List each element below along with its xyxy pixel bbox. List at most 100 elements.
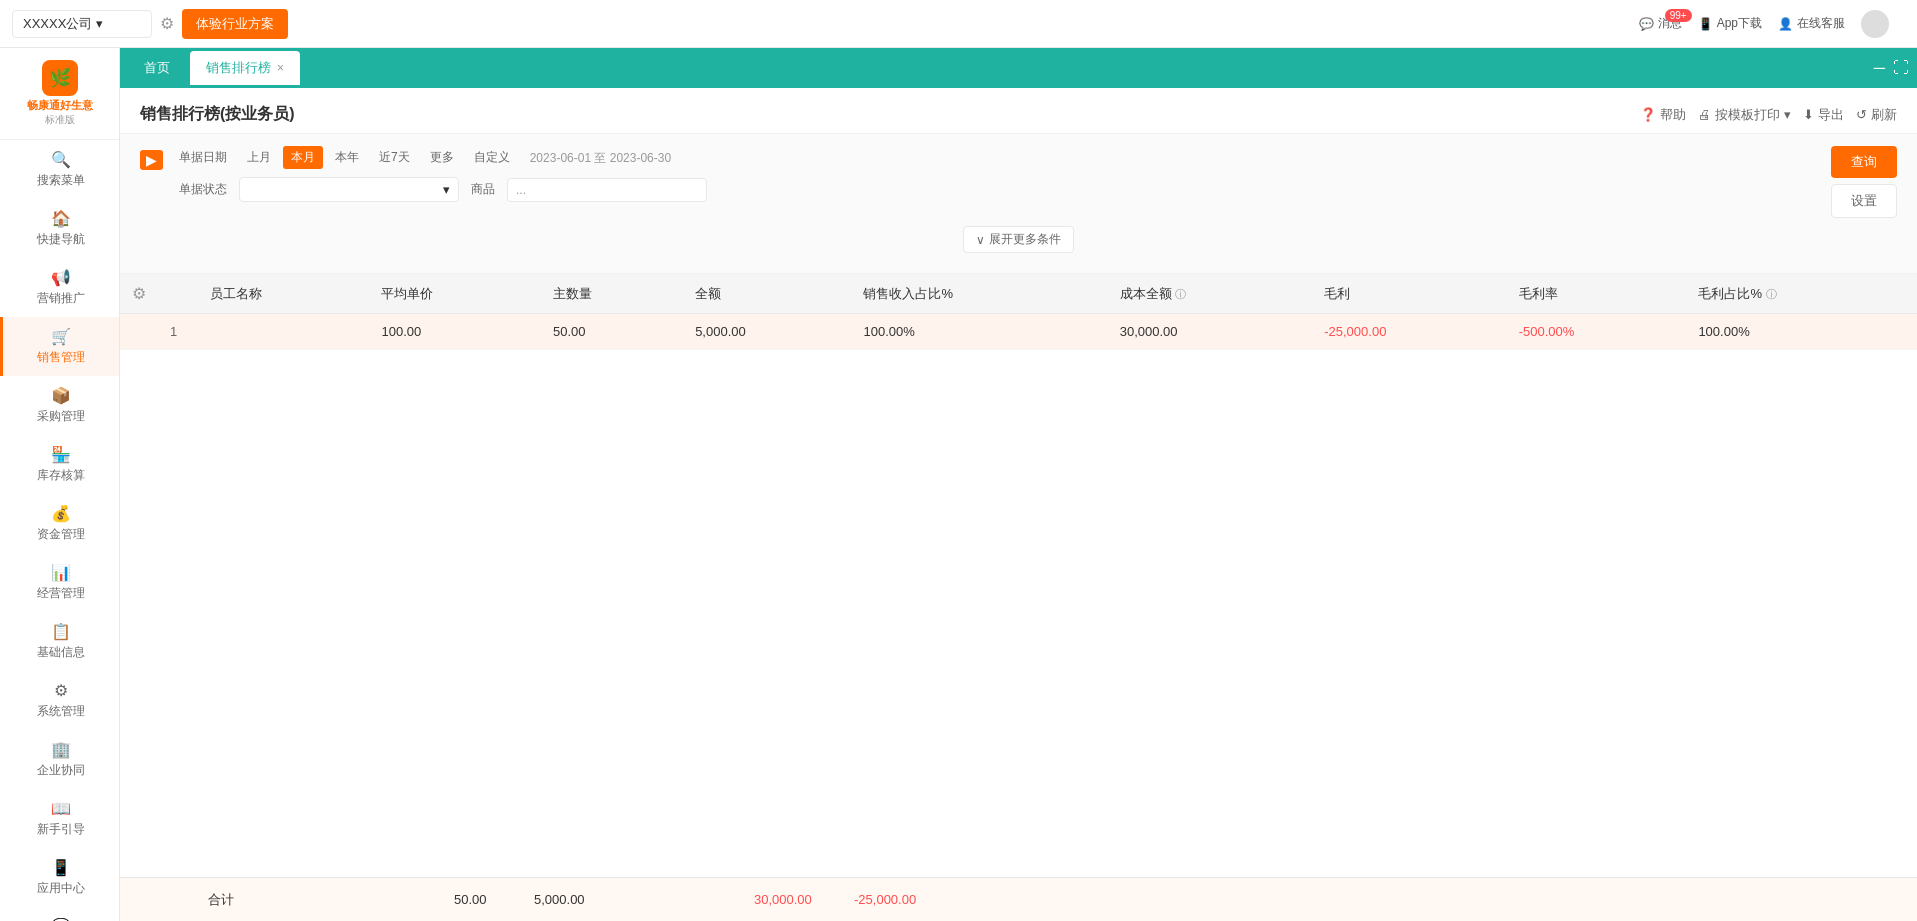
wechat-icon: 💬	[51, 917, 71, 921]
status-select[interactable]: ▾	[239, 177, 459, 202]
query-settings-col: 查询 设置	[1831, 146, 1897, 218]
refresh-icon: ↺	[1856, 107, 1867, 122]
refresh-btn[interactable]: ↺ 刷新	[1856, 106, 1897, 124]
sidebar-item-apps[interactable]: 📱 应用中心	[0, 848, 119, 907]
home-icon: 🏠	[51, 209, 71, 228]
marketing-icon: 📢	[51, 268, 71, 287]
main-area: 🌿 畅康通好生意 标准版 🔍 搜索菜单 🏠 快捷导航 📢 营销推广 🛒 销售管理	[0, 48, 1917, 921]
col-gross-pct: 毛利占比% ⓘ	[1686, 274, 1917, 314]
cell-amount: 5,000.00	[683, 314, 851, 350]
company-name: XXXXX公司	[23, 15, 92, 33]
cell-settings	[120, 314, 158, 350]
sidebar-item-purchase[interactable]: 📦 采购管理	[0, 376, 119, 435]
logo-sub: 标准版	[45, 113, 75, 127]
settings-icon[interactable]: ⚙	[160, 14, 174, 33]
sidebar-item-search[interactable]: 🔍 搜索菜单	[0, 140, 119, 199]
date-tab-more[interactable]: 更多	[422, 146, 462, 169]
sidebar-item-quick[interactable]: 🏠 快捷导航	[0, 199, 119, 258]
date-tab-last-month[interactable]: 上月	[239, 146, 279, 169]
date-tabs: 上月 本月 本年 近7天 更多 自定义	[239, 146, 518, 169]
message-btn[interactable]: 💬 消息 99+	[1639, 15, 1682, 32]
tab-bar: 首页 销售排行榜 × ─ ⛶	[120, 48, 1917, 88]
footer-quantity: 50.00	[442, 892, 522, 907]
page-header: 销售排行榜(按业务员) ❓ 帮助 🖨 按模板打印 ▾ ⬇	[120, 88, 1917, 134]
print-icon: 🖨	[1698, 107, 1711, 122]
sidebar-item-finance[interactable]: 💰 资金管理	[0, 494, 119, 553]
app-icon: 📱	[1698, 17, 1713, 31]
industry-btn[interactable]: 体验行业方案	[182, 9, 288, 39]
export-btn[interactable]: ⬇ 导出	[1803, 106, 1844, 124]
col-cost: 成本全额 ⓘ	[1108, 274, 1312, 314]
goods-ellipsis: ...	[516, 183, 526, 197]
sidebar-item-basic[interactable]: 📋 基础信息	[0, 612, 119, 671]
gross-pct-info-icon[interactable]: ⓘ	[1766, 288, 1777, 300]
logo-area: 🌿 畅康通好生意 标准版	[0, 48, 119, 140]
sidebar-label-operations: 经营管理	[37, 585, 85, 602]
col-quantity: 主数量	[541, 274, 683, 314]
cell-gross: -25,000.00	[1312, 314, 1506, 350]
goods-label: 商品	[471, 181, 495, 198]
guide-icon: 📖	[51, 799, 71, 818]
content-area: 首页 销售排行榜 × ─ ⛶ 销售排行榜(按业务员) ❓	[120, 48, 1917, 921]
sidebar-item-enterprise[interactable]: 🏢 企业协同	[0, 730, 119, 789]
cost-info-icon[interactable]: ⓘ	[1175, 288, 1186, 300]
tab-sales-ranking[interactable]: 销售排行榜 ×	[190, 51, 300, 85]
sidebar-label-inventory: 库存核算	[37, 467, 85, 484]
date-tab-current-year[interactable]: 本年	[327, 146, 367, 169]
company-selector[interactable]: XXXXX公司 ▾	[12, 10, 152, 38]
app-download-btn[interactable]: 📱 App下载	[1698, 15, 1762, 32]
sidebar-item-operations[interactable]: 📊 经营管理	[0, 553, 119, 612]
tab-active-label: 销售排行榜	[206, 59, 271, 77]
enterprise-icon: 🏢	[51, 740, 71, 759]
settings-button[interactable]: 设置	[1831, 184, 1897, 218]
logo-icon: 🌿	[42, 60, 78, 96]
message-badge: 99+	[1665, 9, 1692, 22]
sidebar-label-marketing: 营销推广	[37, 290, 85, 307]
help-btn[interactable]: ❓ 帮助	[1640, 106, 1686, 124]
filter-date-group: 单据日期 上月 本月 本年 近7天 更多 自定义 2023-06-01 至 20…	[179, 146, 1815, 169]
sidebar-label-guide: 新手引导	[37, 821, 85, 838]
finance-icon: 💰	[51, 504, 71, 523]
column-settings-icon[interactable]: ⚙	[132, 285, 146, 302]
table-header-row: ⚙ 员工名称 平均单价 主数量 全额 销售收入占比% 成本全额 ⓘ 毛利 毛	[120, 274, 1917, 314]
cell-sales-pct: 100.00%	[851, 314, 1107, 350]
expand-more-btn[interactable]: ∨ 展开更多条件	[963, 226, 1074, 253]
footer-label: 合计	[132, 891, 352, 909]
expand-chevron-icon: ∨	[976, 233, 985, 247]
status-label: 单据状态	[179, 181, 227, 198]
date-tab-current-month[interactable]: 本月	[283, 146, 323, 169]
avatar[interactable]	[1861, 10, 1889, 38]
date-tab-7days[interactable]: 近7天	[371, 146, 418, 169]
print-btn[interactable]: 🖨 按模板打印 ▾	[1698, 106, 1791, 124]
filter-toggle-icon[interactable]: ▶	[140, 150, 163, 170]
date-tab-custom[interactable]: 自定义	[466, 146, 518, 169]
tab-close-icon[interactable]: ×	[277, 61, 284, 75]
basic-icon: 📋	[51, 622, 71, 641]
data-table: ⚙ 员工名称 平均单价 主数量 全额 销售收入占比% 成本全额 ⓘ 毛利 毛	[120, 274, 1917, 350]
top-right-area: 💬 消息 99+ 📱 App下载 👤 在线客服	[1639, 10, 1905, 38]
date-range: 2023-06-01 至 2023-06-30	[530, 150, 671, 167]
footer-gross: -25,000.00	[842, 892, 942, 907]
col-rank	[158, 274, 198, 314]
print-chevron-icon: ▾	[1784, 107, 1791, 122]
tab-maximize-icon[interactable]: ⛶	[1893, 59, 1909, 77]
online-service-btn[interactable]: 👤 在线客服	[1778, 15, 1845, 32]
expand-row: ∨ 展开更多条件	[140, 218, 1897, 261]
goods-input[interactable]: ...	[507, 178, 707, 202]
tab-minimize-icon[interactable]: ─	[1874, 59, 1885, 77]
sidebar-item-inventory[interactable]: 🏪 库存核算	[0, 435, 119, 494]
sidebar-item-marketing[interactable]: 📢 营销推广	[0, 258, 119, 317]
sidebar-item-wechat[interactable]: 💬 企业微信	[0, 907, 119, 921]
inventory-icon: 🏪	[51, 445, 71, 464]
query-button[interactable]: 查询	[1831, 146, 1897, 178]
page-content: 销售排行榜(按业务员) ❓ 帮助 🖨 按模板打印 ▾ ⬇	[120, 88, 1917, 921]
col-avg-price: 平均单价	[369, 274, 540, 314]
chevron-down-icon: ▾	[96, 16, 103, 31]
sidebar-label-system: 系统管理	[37, 703, 85, 720]
sidebar-item-sales[interactable]: 🛒 销售管理	[0, 317, 119, 376]
footer-cost: 30,000.00	[742, 892, 842, 907]
sidebar-item-guide[interactable]: 📖 新手引导	[0, 789, 119, 848]
sidebar-item-system[interactable]: ⚙ 系统管理	[0, 671, 119, 730]
tab-home[interactable]: 首页	[128, 51, 186, 85]
col-settings[interactable]: ⚙	[120, 274, 158, 314]
